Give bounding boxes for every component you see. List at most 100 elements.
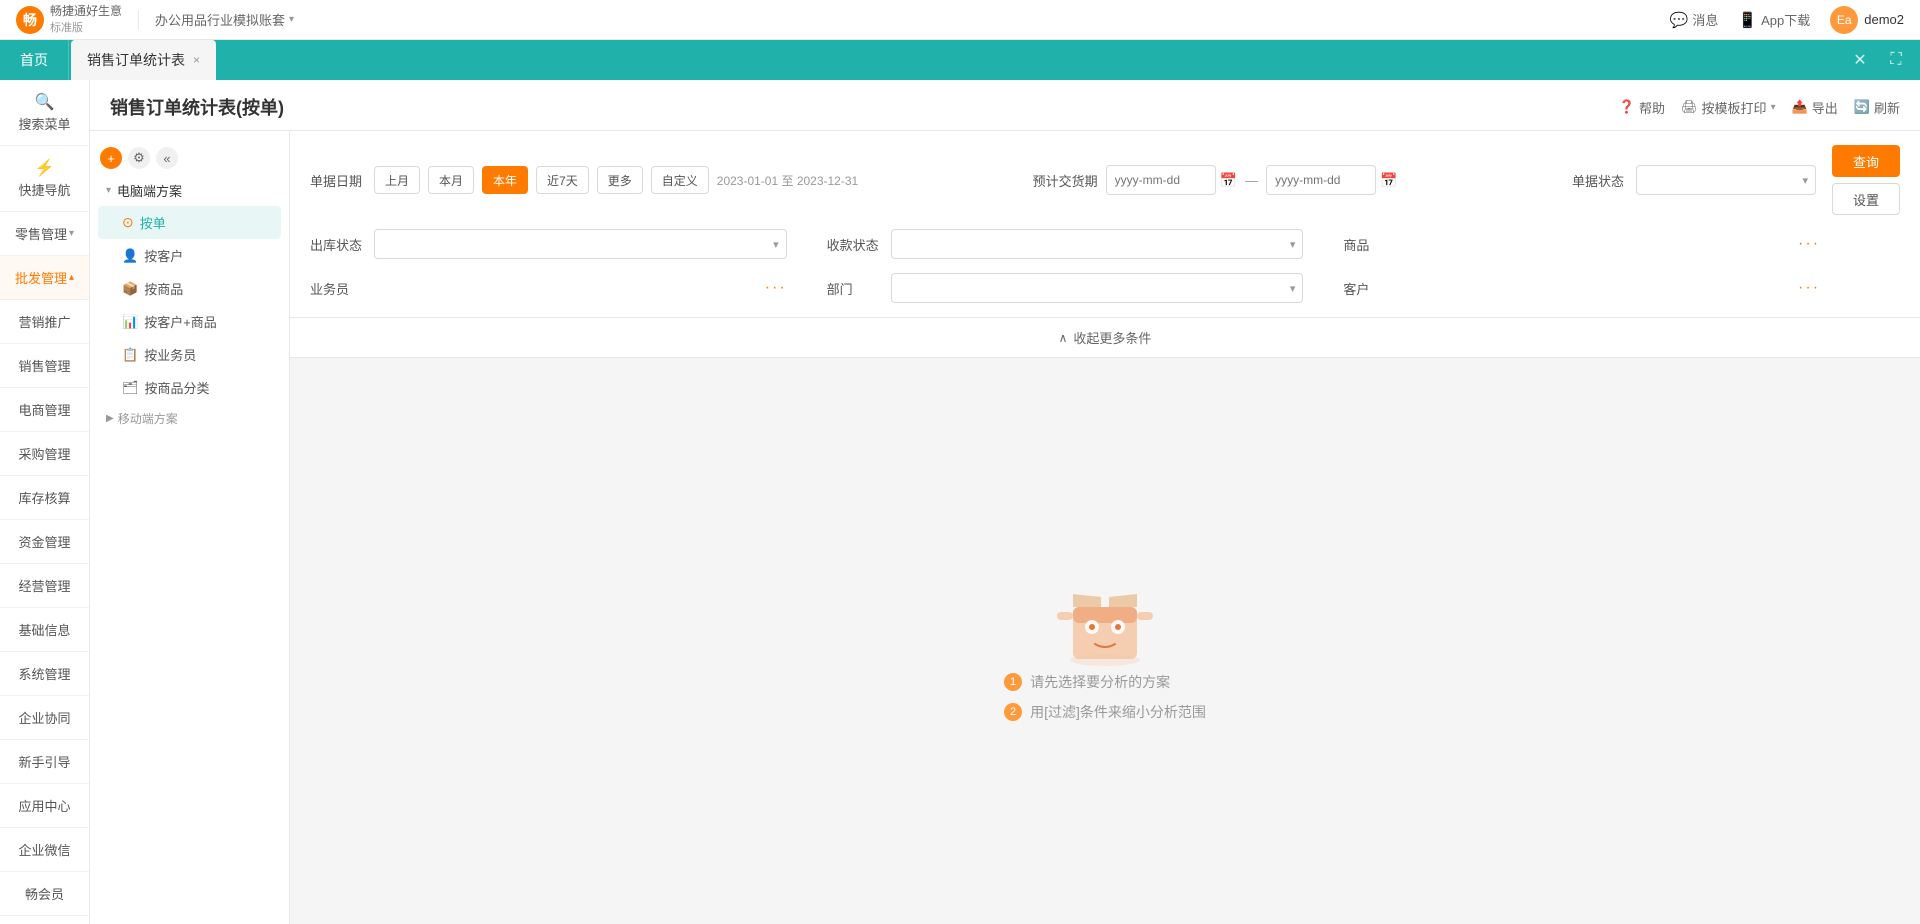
product-filter: 商品 ···	[1343, 235, 1820, 254]
sidebar-item-quick-nav[interactable]: ⚡ 快捷导航	[0, 146, 89, 212]
sidebar-item-inventory[interactable]: 库存核算	[0, 476, 89, 520]
print-icon: 🖨	[1681, 99, 1698, 115]
sidebar: 🔍 搜索菜单 ⚡ 快捷导航 零售管理 ▾ 批发管理 ▴ 营销推广 销售管理 电商…	[0, 80, 90, 924]
salesperson-filter: 业务员 ···	[310, 279, 787, 298]
collapse-button[interactable]: «	[156, 147, 178, 169]
department-filter: 部门 ▾	[827, 273, 1304, 303]
empty-step-1: 1 请先选择要分析的方案	[1004, 672, 1206, 692]
app-download-label: App下载	[1761, 10, 1810, 29]
payment-status-label: 收款状态	[827, 235, 883, 254]
add-scheme-button[interactable]: +	[100, 147, 122, 169]
user-icon: 👤	[122, 248, 138, 264]
workspace-selector[interactable]: 办公用品行业模拟账套 ▾	[155, 10, 294, 29]
print-button[interactable]: 🖨 按模板打印 ▾	[1681, 98, 1776, 117]
tab-sales-order[interactable]: 销售订单统计表 ×	[71, 40, 216, 80]
close-icon[interactable]: ×	[193, 53, 200, 67]
sidebar-item-ecommerce[interactable]: 电商管理	[0, 388, 89, 432]
user-info[interactable]: Ea demo2	[1830, 6, 1904, 34]
more-btn[interactable]: 更多	[597, 166, 643, 194]
sidebar-item-enterprise[interactable]: 企业协同	[0, 696, 89, 740]
product-more-button[interactable]: ···	[1798, 235, 1820, 253]
customer-label: 客户	[1343, 279, 1399, 298]
content-area: 销售订单统计表(按单) ❓ 帮助 🖨 按模板打印 ▾ 📤 导出 🔄 刷新	[90, 80, 1920, 924]
sidebar-item-operations[interactable]: 经营管理	[0, 564, 89, 608]
last-month-btn[interactable]: 上月	[374, 166, 420, 194]
scheme-by-product[interactable]: 📦 按商品	[98, 272, 281, 305]
doc-status-filter: 单据状态 ▾	[1572, 165, 1816, 195]
inner-layout: + ⚙ « ▾ 电脑端方案 ⊙ 按单 👤 按客	[90, 131, 1920, 924]
empty-step-2: 2 用[过滤]条件来缩小分析范围	[1004, 702, 1206, 722]
tab-bar: 首页 销售订单统计表 × ✕ ⛶	[0, 40, 1920, 80]
scheme-by-cust-prod[interactable]: 📊 按客户+商品	[98, 305, 281, 338]
chevron-right-icon: ▶	[106, 413, 114, 424]
close-window-button[interactable]: ✕	[1846, 46, 1874, 74]
app-download-button[interactable]: 📱 App下载	[1738, 10, 1810, 29]
empty-state: 1 请先选择要分析的方案 2 用[过滤]条件来缩小分析范围	[290, 358, 1920, 924]
tab-bar-right: ✕ ⛶	[1846, 46, 1920, 74]
refresh-button[interactable]: 🔄 刷新	[1854, 98, 1900, 117]
expected-date-label: 预计交货期	[1033, 171, 1098, 190]
delivery-status-select[interactable]	[374, 229, 787, 259]
department-select[interactable]	[891, 273, 1304, 303]
chevron-icon: ▴	[69, 272, 74, 283]
tab-home[interactable]: 首页	[0, 40, 69, 80]
settings-button[interactable]: 设置	[1832, 183, 1900, 215]
this-year-btn[interactable]: 本年	[482, 166, 528, 194]
filter-actions: 查询 设置	[1832, 145, 1900, 215]
payment-status-select[interactable]	[891, 229, 1304, 259]
divider	[138, 10, 139, 30]
top-bar-right: 💬 消息 📱 App下载 Ea demo2	[1670, 6, 1904, 34]
doc-date-label: 单据日期	[310, 171, 366, 190]
sidebar-item-marketing[interactable]: 营销推广	[0, 300, 89, 344]
sidebar-item-basic[interactable]: 基础信息	[0, 608, 89, 652]
sidebar-item-member[interactable]: 畅会员	[0, 872, 89, 916]
sidebar-item-app-center[interactable]: 应用中心	[0, 784, 89, 828]
right-panel: 单据日期 上月 本月 本年 近7天 更多 自定义 2023-01-01 至 20…	[290, 131, 1920, 924]
sidebar-item-retail[interactable]: 零售管理 ▾	[0, 212, 89, 256]
doc-status-select[interactable]	[1636, 165, 1816, 195]
sidebar-item-sales[interactable]: 销售管理	[0, 344, 89, 388]
scheme-by-category[interactable]: 🗂 按商品分类	[98, 371, 281, 404]
filter-row-3: 业务员 ··· 部门	[310, 273, 1900, 303]
scheme-by-customer[interactable]: 👤 按客户	[98, 239, 281, 272]
filter-row-2: 出库状态 ▾ 收款状态	[310, 229, 1900, 259]
customer-more-button[interactable]: ···	[1798, 279, 1820, 297]
mobile-group-header[interactable]: ▶ 移动端方案	[98, 404, 281, 433]
scheme-by-staff[interactable]: 📋 按业务员	[98, 338, 281, 371]
list-icon: 📋	[122, 347, 138, 363]
settings-button[interactable]: ⚙	[128, 147, 150, 169]
custom-btn[interactable]: 自定义	[651, 166, 709, 194]
export-button[interactable]: 📤 导出	[1792, 98, 1838, 117]
date-separator: —	[1245, 173, 1258, 188]
sidebar-item-finance[interactable]: 资金管理	[0, 520, 89, 564]
last7-btn[interactable]: 近7天	[536, 166, 589, 194]
calendar-to-icon[interactable]: 📅	[1380, 172, 1397, 189]
date-from-input[interactable]	[1106, 165, 1216, 195]
sidebar-item-wholesale[interactable]: 批发管理 ▴	[0, 256, 89, 300]
filter-area: 单据日期 上月 本月 本年 近7天 更多 自定义 2023-01-01 至 20…	[290, 131, 1920, 318]
department-label: 部门	[827, 279, 883, 298]
delivery-status-filter: 出库状态 ▾	[310, 229, 787, 259]
help-button[interactable]: ❓ 帮助	[1619, 98, 1665, 117]
message-button[interactable]: 💬 消息	[1670, 10, 1719, 29]
salesperson-more-button[interactable]: ···	[765, 279, 787, 297]
date-to-input[interactable]	[1266, 165, 1376, 195]
collapse-filter-button[interactable]: ∧ 收起更多条件	[290, 318, 1920, 358]
scheme-by-order[interactable]: ⊙ 按单	[98, 206, 281, 239]
calendar-from-icon[interactable]: 📅	[1220, 172, 1237, 189]
chevron-down-icon: ▾	[289, 14, 294, 25]
sidebar-item-system[interactable]: 系统管理	[0, 652, 89, 696]
sidebar-item-purchase[interactable]: 采购管理	[0, 432, 89, 476]
date-range-display: 2023-01-01 至 2023-12-31	[717, 172, 858, 189]
sidebar-item-search-menu[interactable]: 🔍 搜索菜单	[0, 80, 89, 146]
desktop-group-header[interactable]: ▾ 电脑端方案	[98, 175, 281, 206]
fullscreen-button[interactable]: ⛶	[1882, 46, 1910, 74]
query-button[interactable]: 查询	[1832, 145, 1900, 177]
department-wrapper: ▾	[891, 273, 1304, 303]
this-month-btn[interactable]: 本月	[428, 166, 474, 194]
sidebar-item-corp-wechat[interactable]: 企业微信	[0, 828, 89, 872]
message-label: 消息	[1692, 10, 1718, 29]
folder-icon: 🗂	[122, 380, 139, 396]
logo-area: 畅 畅捷通好生意 标准版	[16, 4, 122, 36]
sidebar-item-newbie[interactable]: 新手引导	[0, 740, 89, 784]
